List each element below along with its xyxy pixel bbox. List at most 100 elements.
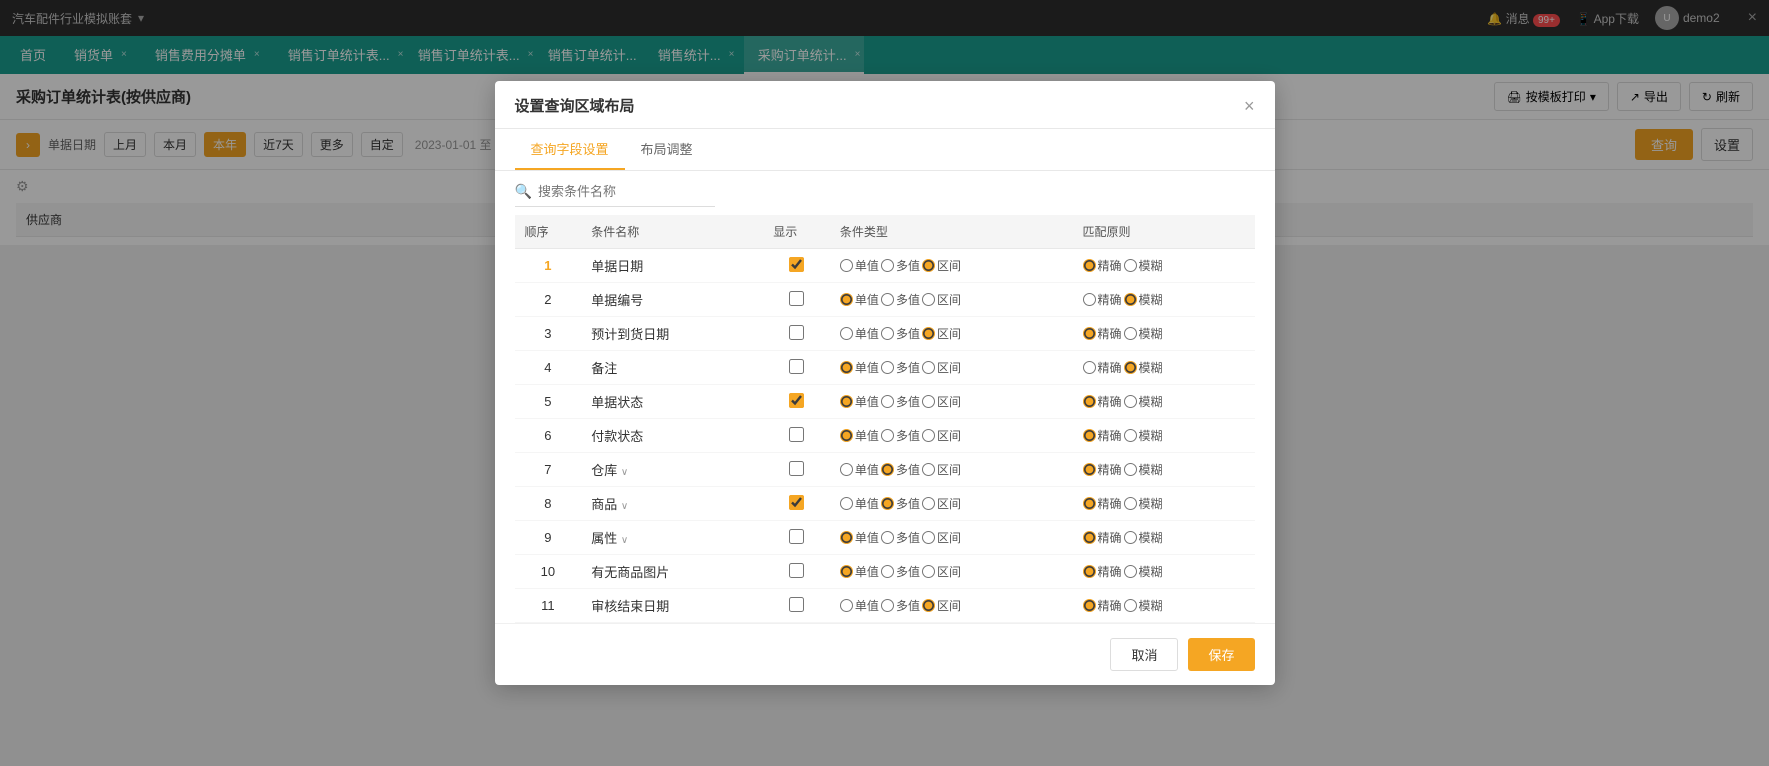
radio-label-type-单值[interactable]: 单值 bbox=[840, 257, 879, 274]
radio-match-精确[interactable] bbox=[1083, 565, 1096, 578]
radio-label-type-多值[interactable]: 多值 bbox=[881, 393, 920, 410]
radio-label-match-模糊[interactable]: 模糊 bbox=[1124, 359, 1163, 376]
radio-match-精确[interactable] bbox=[1083, 361, 1096, 374]
radio-label-type-多值[interactable]: 多值 bbox=[881, 359, 920, 376]
row-show-checkbox[interactable] bbox=[789, 461, 804, 476]
row-show-checkbox[interactable] bbox=[789, 427, 804, 442]
radio-type-区间[interactable] bbox=[922, 327, 935, 340]
radio-label-type-区间[interactable]: 区间 bbox=[922, 529, 961, 546]
radio-label-match-精确[interactable]: 精确 bbox=[1083, 257, 1122, 274]
row-show-checkbox[interactable] bbox=[789, 325, 804, 340]
radio-type-多值[interactable] bbox=[881, 259, 894, 272]
radio-label-type-单值[interactable]: 单值 bbox=[840, 427, 879, 444]
radio-type-多值[interactable] bbox=[881, 565, 894, 578]
radio-label-match-模糊[interactable]: 模糊 bbox=[1124, 427, 1163, 444]
radio-type-多值[interactable] bbox=[881, 497, 894, 510]
radio-type-单值[interactable] bbox=[840, 259, 853, 272]
row-show-checkbox[interactable] bbox=[789, 495, 804, 510]
radio-label-match-模糊[interactable]: 模糊 bbox=[1124, 461, 1163, 478]
radio-label-type-区间[interactable]: 区间 bbox=[922, 495, 961, 512]
radio-match-精确[interactable] bbox=[1083, 395, 1096, 408]
radio-label-type-区间[interactable]: 区间 bbox=[922, 359, 961, 376]
radio-match-模糊[interactable] bbox=[1124, 293, 1137, 306]
radio-label-type-单值[interactable]: 单值 bbox=[840, 291, 879, 308]
search-input[interactable] bbox=[538, 184, 715, 199]
row-show-checkbox[interactable] bbox=[789, 563, 804, 578]
radio-match-精确[interactable] bbox=[1083, 429, 1096, 442]
radio-label-match-精确[interactable]: 精确 bbox=[1083, 393, 1122, 410]
radio-match-模糊[interactable] bbox=[1124, 259, 1137, 272]
radio-match-模糊[interactable] bbox=[1124, 531, 1137, 544]
radio-type-多值[interactable] bbox=[881, 293, 894, 306]
radio-label-type-多值[interactable]: 多值 bbox=[881, 461, 920, 478]
radio-label-type-区间[interactable]: 区间 bbox=[922, 325, 961, 342]
radio-label-match-模糊[interactable]: 模糊 bbox=[1124, 393, 1163, 410]
radio-label-type-多值[interactable]: 多值 bbox=[881, 597, 920, 614]
radio-label-match-精确[interactable]: 精确 bbox=[1083, 597, 1122, 614]
radio-type-区间[interactable] bbox=[922, 497, 935, 510]
radio-type-单值[interactable] bbox=[840, 327, 853, 340]
row-show-checkbox[interactable] bbox=[789, 529, 804, 544]
radio-type-单值[interactable] bbox=[840, 599, 853, 612]
radio-type-多值[interactable] bbox=[881, 327, 894, 340]
row-show-checkbox[interactable] bbox=[789, 291, 804, 306]
row-show-checkbox[interactable] bbox=[789, 359, 804, 374]
radio-label-match-模糊[interactable]: 模糊 bbox=[1124, 257, 1163, 274]
radio-label-match-模糊[interactable]: 模糊 bbox=[1124, 597, 1163, 614]
radio-label-type-区间[interactable]: 区间 bbox=[922, 597, 961, 614]
radio-label-match-精确[interactable]: 精确 bbox=[1083, 529, 1122, 546]
radio-type-多值[interactable] bbox=[881, 531, 894, 544]
radio-label-type-多值[interactable]: 多值 bbox=[881, 427, 920, 444]
radio-label-type-单值[interactable]: 单值 bbox=[840, 529, 879, 546]
radio-label-type-多值[interactable]: 多值 bbox=[881, 495, 920, 512]
radio-match-精确[interactable] bbox=[1083, 259, 1096, 272]
radio-type-多值[interactable] bbox=[881, 395, 894, 408]
radio-label-match-精确[interactable]: 精确 bbox=[1083, 427, 1122, 444]
row-show-checkbox[interactable] bbox=[789, 597, 804, 612]
radio-type-区间[interactable] bbox=[922, 463, 935, 476]
radio-label-type-区间[interactable]: 区间 bbox=[922, 393, 961, 410]
radio-label-type-单值[interactable]: 单值 bbox=[840, 325, 879, 342]
radio-match-精确[interactable] bbox=[1083, 327, 1096, 340]
radio-type-单值[interactable] bbox=[840, 531, 853, 544]
dialog-close-button[interactable]: × bbox=[1244, 97, 1255, 115]
radio-type-单值[interactable] bbox=[840, 293, 853, 306]
radio-label-type-单值[interactable]: 单值 bbox=[840, 495, 879, 512]
radio-match-模糊[interactable] bbox=[1124, 599, 1137, 612]
radio-match-精确[interactable] bbox=[1083, 599, 1096, 612]
radio-type-多值[interactable] bbox=[881, 599, 894, 612]
radio-label-type-区间[interactable]: 区间 bbox=[922, 257, 961, 274]
radio-type-区间[interactable] bbox=[922, 429, 935, 442]
radio-match-模糊[interactable] bbox=[1124, 361, 1137, 374]
radio-label-type-多值[interactable]: 多值 bbox=[881, 291, 920, 308]
radio-label-match-模糊[interactable]: 模糊 bbox=[1124, 325, 1163, 342]
radio-label-type-区间[interactable]: 区间 bbox=[922, 427, 961, 444]
radio-label-match-精确[interactable]: 精确 bbox=[1083, 359, 1122, 376]
radio-type-多值[interactable] bbox=[881, 463, 894, 476]
radio-label-match-精确[interactable]: 精确 bbox=[1083, 461, 1122, 478]
radio-label-match-模糊[interactable]: 模糊 bbox=[1124, 529, 1163, 546]
radio-label-match-精确[interactable]: 精确 bbox=[1083, 495, 1122, 512]
radio-label-match-模糊[interactable]: 模糊 bbox=[1124, 291, 1163, 308]
radio-match-精确[interactable] bbox=[1083, 463, 1096, 476]
dialog-tab-query-fields[interactable]: 查询字段设置 bbox=[515, 129, 625, 170]
radio-label-type-单值[interactable]: 单值 bbox=[840, 597, 879, 614]
radio-type-区间[interactable] bbox=[922, 361, 935, 374]
radio-type-区间[interactable] bbox=[922, 531, 935, 544]
radio-match-模糊[interactable] bbox=[1124, 565, 1137, 578]
cancel-button[interactable]: 取消 bbox=[1110, 638, 1178, 671]
radio-label-match-模糊[interactable]: 模糊 bbox=[1124, 563, 1163, 580]
row-show-checkbox[interactable] bbox=[789, 257, 804, 272]
radio-label-match-模糊[interactable]: 模糊 bbox=[1124, 495, 1163, 512]
radio-label-type-多值[interactable]: 多值 bbox=[881, 257, 920, 274]
radio-type-区间[interactable] bbox=[922, 259, 935, 272]
radio-label-type-多值[interactable]: 多值 bbox=[881, 563, 920, 580]
radio-match-精确[interactable] bbox=[1083, 531, 1096, 544]
radio-type-单值[interactable] bbox=[840, 429, 853, 442]
row-show-checkbox[interactable] bbox=[789, 393, 804, 408]
radio-label-type-单值[interactable]: 单值 bbox=[840, 393, 879, 410]
radio-label-type-多值[interactable]: 多值 bbox=[881, 325, 920, 342]
radio-match-模糊[interactable] bbox=[1124, 497, 1137, 510]
radio-match-模糊[interactable] bbox=[1124, 463, 1137, 476]
radio-type-区间[interactable] bbox=[922, 565, 935, 578]
